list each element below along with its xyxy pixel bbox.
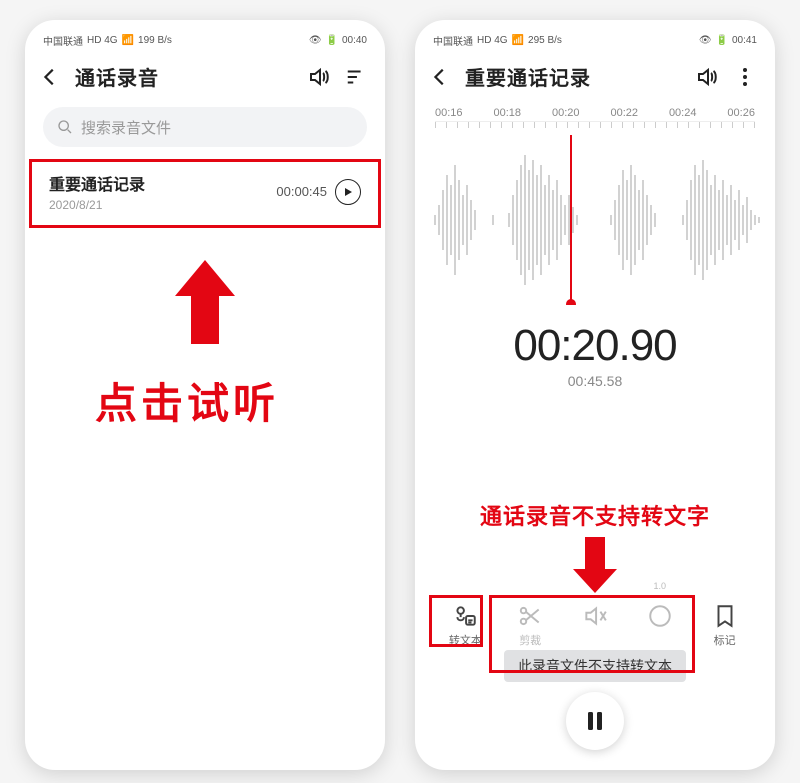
ruler-tick: 00:22 <box>610 107 638 119</box>
search-input[interactable]: 搜索录音文件 <box>43 107 367 147</box>
annotation-arrow-icon <box>175 260 235 344</box>
tool-label: 剪裁 <box>519 632 541 648</box>
mute-icon <box>582 603 608 629</box>
tool-row: 转文本 剪裁 1.0 标记 <box>415 599 775 648</box>
topbar: 通话录音 <box>25 52 385 101</box>
search-placeholder: 搜索录音文件 <box>81 117 171 138</box>
network-text: HD 4G <box>477 35 508 46</box>
playhead[interactable] <box>570 135 572 305</box>
clock-text: 00:40 <box>342 35 367 46</box>
annotation-text: 通话录音不支持转文字 <box>415 499 775 531</box>
phone-left: 中国联通 HD 4G 📶 199 B/s 👁🔋 00:40 通话录音 搜索录音文… <box>25 20 385 770</box>
waveform[interactable] <box>415 135 775 305</box>
tool-label: 标记 <box>714 632 736 648</box>
total-time: 00:45.58 <box>415 373 775 389</box>
annotation-text: 点击试听 <box>95 370 279 431</box>
bookmark-button[interactable]: 标记 <box>699 603 751 648</box>
ruler-tick: 00:26 <box>727 107 755 119</box>
phone-right: 中国联通 HD 4G 📶 295 B/s 👁🔋 00:41 重要通话记录 00:… <box>415 20 775 770</box>
status-bar: 中国联通 HD 4G 📶 295 B/s 👁🔋 00:41 <box>415 28 775 52</box>
pause-icon <box>585 710 605 732</box>
item-duration: 00:00:45 <box>276 184 327 199</box>
waveform-graphic <box>415 135 775 305</box>
pause-button[interactable] <box>566 692 624 750</box>
speaker-icon[interactable] <box>695 65 719 89</box>
play-button[interactable] <box>335 179 361 205</box>
speed-button[interactable]: 1.0 <box>634 603 686 629</box>
sort-icon[interactable] <box>345 66 367 88</box>
page-title: 重要通话记录 <box>465 62 681 91</box>
current-time: 00:20.90 <box>415 321 775 371</box>
bookmark-icon <box>712 603 738 629</box>
topbar: 重要通话记录 <box>415 52 775 101</box>
speaker-icon[interactable] <box>307 65 331 89</box>
carrier-text: 中国联通 <box>43 33 83 48</box>
trim-button[interactable]: 剪裁 <box>504 603 556 648</box>
ruler-tick: 00:20 <box>552 107 580 119</box>
ruler-tick: 00:24 <box>669 107 697 119</box>
search-icon <box>57 119 73 135</box>
scissors-icon <box>517 603 543 629</box>
more-icon[interactable] <box>733 68 757 86</box>
toast-message: 此录音文件不支持转文本 <box>504 650 686 682</box>
network-text: HD 4G <box>87 35 118 46</box>
item-date: 2020/8/21 <box>49 198 145 212</box>
recording-list-item[interactable]: 重要通话记录 2020/8/21 00:00:45 <box>43 161 367 224</box>
transcribe-icon <box>452 603 478 629</box>
back-icon[interactable] <box>39 66 61 88</box>
page-title: 通话录音 <box>75 62 293 91</box>
speed-icon <box>647 603 673 629</box>
ruler-tick: 00:18 <box>493 107 521 119</box>
item-title: 重要通话记录 <box>49 171 145 195</box>
ruler-ticks <box>435 121 755 133</box>
speed-text: 295 B/s <box>528 35 562 46</box>
speed-text: 199 B/s <box>138 35 172 46</box>
carrier-text: 中国联通 <box>433 33 473 48</box>
ruler-tick: 00:16 <box>435 107 463 119</box>
annotation-arrow-icon <box>415 537 775 593</box>
clock-text: 00:41 <box>732 35 757 46</box>
tool-label: 转文本 <box>449 632 482 648</box>
speed-label: 1.0 <box>654 581 667 591</box>
transcribe-button[interactable]: 转文本 <box>439 603 491 648</box>
mute-button[interactable] <box>569 603 621 629</box>
time-ruler: 00:16 00:18 00:20 00:22 00:24 00:26 <box>415 101 775 119</box>
status-bar: 中国联通 HD 4G 📶 199 B/s 👁🔋 00:40 <box>25 28 385 52</box>
back-icon[interactable] <box>429 66 451 88</box>
